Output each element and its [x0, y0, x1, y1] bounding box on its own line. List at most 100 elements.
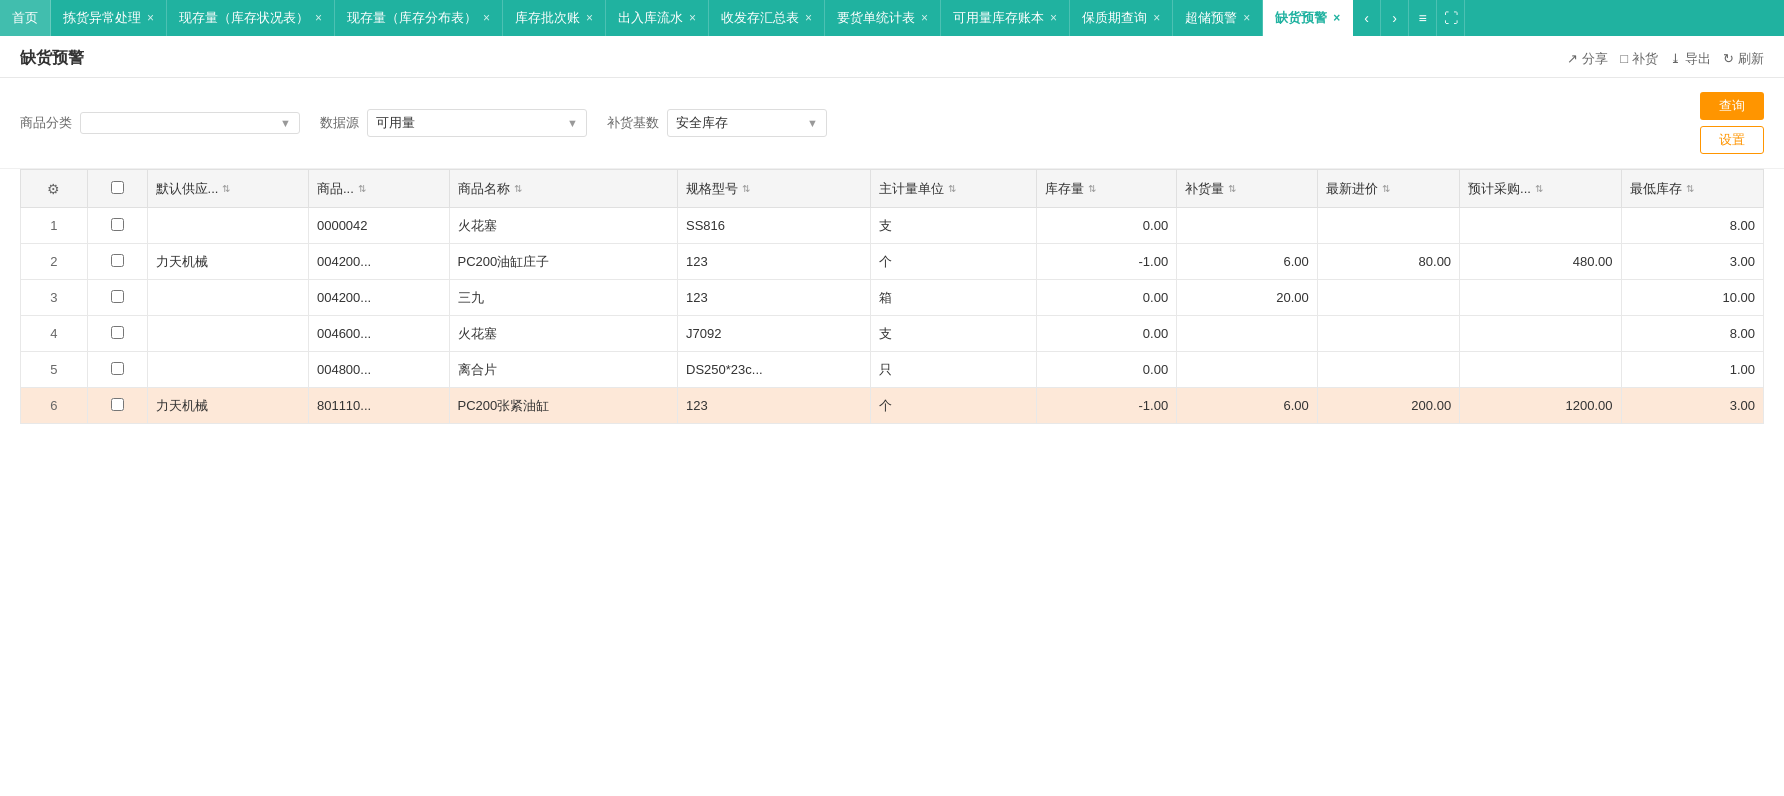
table-container: ⚙ 默认供应... ⇅ 商品... ⇅ — [0, 169, 1784, 424]
row-latest-price — [1317, 316, 1459, 352]
tab-batch[interactable]: 库存批次账 × — [503, 0, 606, 36]
tab-scroll-left[interactable]: ‹ — [1353, 0, 1381, 36]
sort-unit-icon: ⇅ — [948, 183, 956, 194]
row-product-name: PC200张紧油缸 — [449, 388, 677, 424]
datasource-value: 可用量 — [376, 114, 415, 132]
row-checkbox[interactable] — [87, 208, 147, 244]
tab-flow[interactable]: 出入库流水 × — [606, 0, 709, 36]
table-row[interactable]: 2 力天机械 004200... PC200油缸庄子 123 个 -1.00 6… — [21, 244, 1764, 280]
replenish-basis-select[interactable]: 安全库存 ▼ — [667, 109, 827, 137]
sort-est-icon: ⇅ — [1535, 183, 1543, 194]
sort-spec-icon: ⇅ — [742, 183, 750, 194]
tab-available[interactable]: 可用量库存账本 × — [941, 0, 1070, 36]
tab-close-pick-anomaly[interactable]: × — [147, 11, 154, 25]
replenish-basis-value: 安全库存 — [676, 114, 728, 132]
row-min-stock: 1.00 — [1621, 352, 1763, 388]
tab-fullscreen[interactable]: ⛶ — [1437, 0, 1465, 36]
category-label: 商品分类 — [20, 114, 72, 132]
tab-close-expiry[interactable]: × — [1153, 11, 1160, 25]
row-est-purchase — [1460, 208, 1621, 244]
tab-close-stock-status[interactable]: × — [315, 11, 322, 25]
sort-min-icon: ⇅ — [1686, 183, 1694, 194]
tab-bar: 首页 拣货异常处理 × 现存量（库存状况表） × 现存量（库存分布表） × 库存… — [0, 0, 1784, 36]
share-icon: ↗ — [1567, 51, 1578, 66]
export-button[interactable]: ⤓ 导出 — [1670, 50, 1711, 68]
tab-close-batch[interactable]: × — [586, 11, 593, 25]
row-checkbox[interactable] — [87, 352, 147, 388]
tab-close-demand[interactable]: × — [921, 11, 928, 25]
tab-close-stock-dist[interactable]: × — [483, 11, 490, 25]
row-latest-price — [1317, 280, 1459, 316]
replenish-basis-chevron-icon: ▼ — [807, 117, 818, 129]
row-num: 1 — [21, 208, 88, 244]
table-row[interactable]: 1 0000042 火花塞 SS816 支 0.00 8.00 — [21, 208, 1764, 244]
row-product-code: 004600... — [308, 316, 449, 352]
tab-stock-status[interactable]: 现存量（库存状况表） × — [167, 0, 335, 36]
filter-actions: 查询 设置 — [1700, 92, 1764, 154]
tab-expiry[interactable]: 保质期查询 × — [1070, 0, 1173, 36]
table-row[interactable]: 3 004200... 三九 123 箱 0.00 20.00 10.00 — [21, 280, 1764, 316]
tab-shortage[interactable]: 缺货预警 × — [1263, 0, 1353, 36]
tab-scroll-right[interactable]: › — [1381, 0, 1409, 36]
row-product-name: 离合片 — [449, 352, 677, 388]
tab-close-summary[interactable]: × — [805, 11, 812, 25]
row-checkbox[interactable] — [87, 388, 147, 424]
row-num: 6 — [21, 388, 88, 424]
tab-stock-dist[interactable]: 现存量（库存分布表） × — [335, 0, 503, 36]
table-row[interactable]: 5 004800... 离合片 DS250*23c... 只 0.00 1.00 — [21, 352, 1764, 388]
row-num: 4 — [21, 316, 88, 352]
row-stock: -1.00 — [1036, 244, 1177, 280]
row-stock: 0.00 — [1036, 208, 1177, 244]
select-all-checkbox[interactable] — [111, 181, 124, 194]
row-num: 2 — [21, 244, 88, 280]
row-replenish-qty — [1177, 316, 1318, 352]
query-button[interactable]: 查询 — [1700, 92, 1764, 120]
tab-close-flow[interactable]: × — [689, 11, 696, 25]
row-est-purchase: 1200.00 — [1460, 388, 1621, 424]
row-checkbox[interactable] — [87, 244, 147, 280]
sort-name-icon: ⇅ — [514, 183, 522, 194]
tab-more[interactable]: ≡ — [1409, 0, 1437, 36]
page-title: 缺货预警 — [20, 48, 84, 69]
tab-close-overstock[interactable]: × — [1243, 11, 1250, 25]
row-min-stock: 8.00 — [1621, 316, 1763, 352]
row-min-stock: 3.00 — [1621, 388, 1763, 424]
row-stock: 0.00 — [1036, 280, 1177, 316]
row-supplier — [147, 208, 308, 244]
share-button[interactable]: ↗ 分享 — [1567, 50, 1608, 68]
row-product-name: 火花塞 — [449, 208, 677, 244]
tab-close-available[interactable]: × — [1050, 11, 1057, 25]
col-stock: 库存量 ⇅ — [1036, 170, 1177, 208]
tab-summary[interactable]: 收发存汇总表 × — [709, 0, 825, 36]
replenish-button[interactable]: □ 补货 — [1620, 50, 1658, 68]
row-supplier — [147, 280, 308, 316]
row-latest-price — [1317, 208, 1459, 244]
tab-home[interactable]: 首页 — [0, 0, 51, 36]
category-select[interactable]: ▼ — [80, 112, 300, 134]
row-checkbox[interactable] — [87, 316, 147, 352]
table-row[interactable]: 4 004600... 火花塞 J7092 支 0.00 8.00 — [21, 316, 1764, 352]
tab-demand[interactable]: 要货单统计表 × — [825, 0, 941, 36]
table-row[interactable]: 6 力天机械 801110... PC200张紧油缸 123 个 -1.00 6… — [21, 388, 1764, 424]
tab-overstock[interactable]: 超储预警 × — [1173, 0, 1263, 36]
gear-icon[interactable]: ⚙ — [47, 181, 60, 197]
table-body: 1 0000042 火花塞 SS816 支 0.00 8.00 2 力天机械 0… — [21, 208, 1764, 424]
row-product-name: 火花塞 — [449, 316, 677, 352]
refresh-button[interactable]: ↻ 刷新 — [1723, 50, 1764, 68]
main-content: 缺货预警 ↗ 分享 □ 补货 ⤓ 导出 ↻ 刷新 商品分类 — [0, 36, 1784, 796]
settings-button[interactable]: 设置 — [1700, 126, 1764, 154]
table-header: ⚙ 默认供应... ⇅ 商品... ⇅ — [21, 170, 1764, 208]
tab-close-shortage[interactable]: × — [1333, 11, 1340, 25]
datasource-filter-group: 数据源 可用量 ▼ — [320, 109, 587, 137]
row-est-purchase — [1460, 280, 1621, 316]
datasource-select[interactable]: 可用量 ▼ — [367, 109, 587, 137]
row-supplier: 力天机械 — [147, 244, 308, 280]
row-stock: 0.00 — [1036, 352, 1177, 388]
tab-pick-anomaly[interactable]: 拣货异常处理 × — [51, 0, 167, 36]
row-product-code: 004200... — [308, 280, 449, 316]
row-product-name: PC200油缸庄子 — [449, 244, 677, 280]
row-checkbox[interactable] — [87, 280, 147, 316]
row-min-stock: 10.00 — [1621, 280, 1763, 316]
replenish-icon: □ — [1620, 51, 1628, 66]
row-unit: 支 — [871, 208, 1036, 244]
